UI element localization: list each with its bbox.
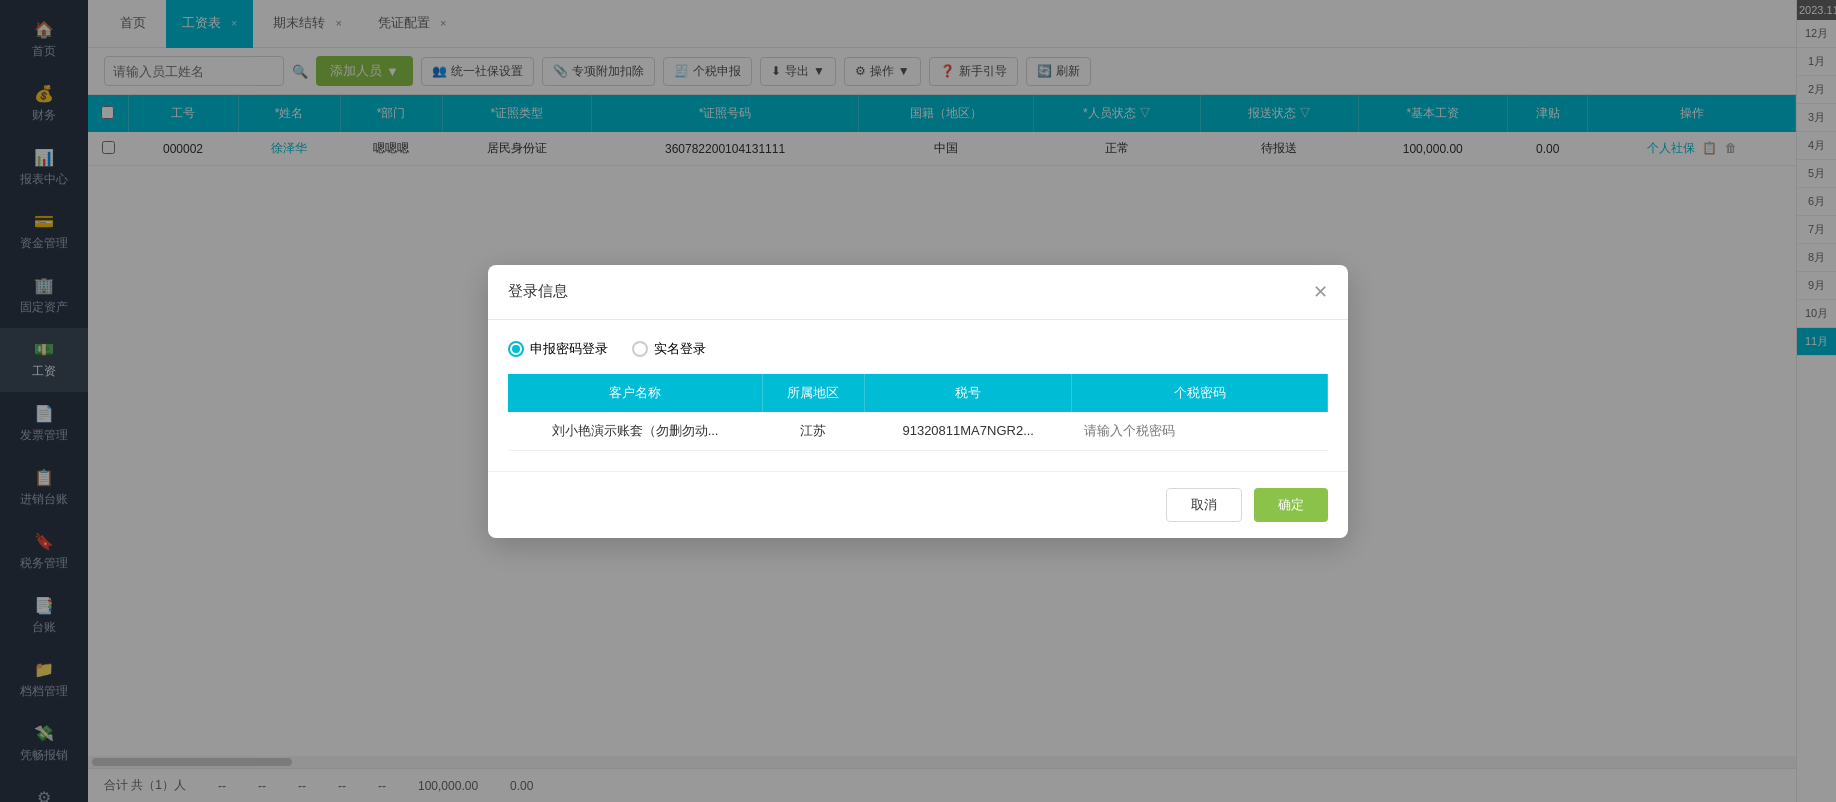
radio-realname-login[interactable]: 实名登录 xyxy=(632,340,706,358)
modal-footer: 取消 确定 xyxy=(488,471,1348,538)
modal-close-button[interactable]: ✕ xyxy=(1313,281,1328,303)
region-cell: 江苏 xyxy=(762,412,865,451)
radio-password-dot xyxy=(508,341,524,357)
modal-body: 申报密码登录 实名登录 客户名称 所属地区 税号 个税密码 xyxy=(488,320,1348,471)
confirm-button[interactable]: 确定 xyxy=(1254,488,1328,522)
login-modal: 登录信息 ✕ 申报密码登录 实名登录 客户名称 所属 xyxy=(488,265,1348,538)
login-info-table: 客户名称 所属地区 税号 个税密码 刘小艳演示账套（勿删勿动... 江苏 913… xyxy=(508,374,1328,451)
login-type-radio-group: 申报密码登录 实名登录 xyxy=(508,340,1328,358)
col-region: 所属地区 xyxy=(762,374,865,412)
col-tax-password: 个税密码 xyxy=(1072,374,1328,412)
radio-realname-dot xyxy=(632,341,648,357)
client-name-cell: 刘小艳演示账套（勿删勿动... xyxy=(508,412,762,451)
login-info-row: 刘小艳演示账套（勿删勿动... 江苏 91320811MA7NGR2... xyxy=(508,412,1328,451)
radio-password-login[interactable]: 申报密码登录 xyxy=(508,340,608,358)
col-client-name: 客户名称 xyxy=(508,374,762,412)
password-cell[interactable] xyxy=(1072,412,1328,451)
modal-overlay[interactable]: 登录信息 ✕ 申报密码登录 实名登录 客户名称 所属 xyxy=(0,0,1836,802)
modal-title: 登录信息 xyxy=(508,282,568,301)
col-tax-no: 税号 xyxy=(865,374,1072,412)
cancel-button[interactable]: 取消 xyxy=(1166,488,1242,522)
tax-password-input[interactable] xyxy=(1084,423,1316,438)
tax-no-cell: 91320811MA7NGR2... xyxy=(865,412,1072,451)
modal-header: 登录信息 ✕ xyxy=(488,265,1348,320)
